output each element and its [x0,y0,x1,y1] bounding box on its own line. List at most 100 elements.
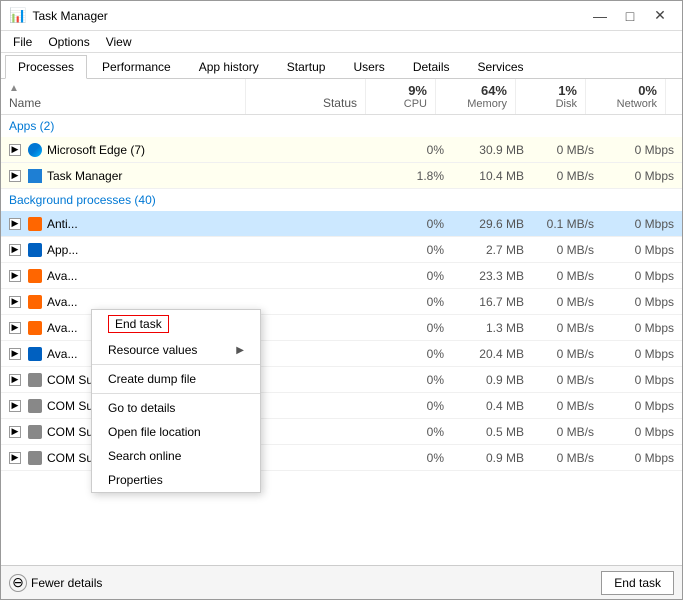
status-cell [262,326,382,330]
ava4-icon [27,346,43,362]
memory-cell: 23.3 MB [452,267,532,285]
col-name[interactable]: ▲ Name [1,79,246,114]
disk-cell: 0 MB/s [532,267,602,285]
col-cpu[interactable]: 9% CPU [366,79,436,114]
table-header: ▲ Name Status 9% CPU 64% Memory 1 [1,79,682,115]
ctx-create-dump[interactable]: Create dump file [92,367,260,391]
menu-view[interactable]: View [98,33,140,51]
col-status[interactable]: Status [246,79,366,114]
table-row[interactable]: ▶ Anti... 0% 29.6 MB 0.1 MB/s 0 Mbps [1,211,682,237]
table-row[interactable]: ▶ App... 0% 2.7 MB 0 MB/s 0 Mbps [1,237,682,263]
expand-icon[interactable]: ▶ [9,400,21,412]
minimize-button[interactable]: — [586,6,614,26]
maximize-button[interactable]: □ [616,6,644,26]
tab-services[interactable]: Services [465,54,537,78]
disk-pct: 1% [558,83,577,98]
app-icon [27,242,43,258]
cpu-cell: 0% [382,449,452,467]
ava2-icon [27,294,43,310]
expand-icon[interactable]: ▶ [9,170,21,182]
expand-icon[interactable]: ▶ [9,374,21,386]
table-row[interactable]: ▶ Microsoft Edge (7) 0% 30.9 MB 0 MB/s 0… [1,137,682,163]
close-button[interactable]: ✕ [646,6,674,26]
network-cell: 0 Mbps [602,319,682,337]
disk-cell: 0 MB/s [532,319,602,337]
tab-startup[interactable]: Startup [274,54,339,78]
disk-cell: 0.1 MB/s [532,215,602,233]
tab-processes[interactable]: Processes [5,55,87,79]
col-disk[interactable]: 1% Disk [516,79,586,114]
process-name: Ava... [47,321,77,335]
expand-icon[interactable]: ▶ [9,322,21,334]
process-name: Anti... [47,217,78,231]
status-cell [262,222,382,226]
expand-icon[interactable]: ▶ [9,218,21,230]
fewer-details-button[interactable]: ⊖ Fewer details [9,574,102,592]
network-cell: 0 Mbps [602,141,682,159]
process-name: Ava... [47,295,77,309]
ctx-separator-2 [92,393,260,394]
cpu-cell: 0% [382,371,452,389]
cpu-cell: 0% [382,345,452,363]
col-memory[interactable]: 64% Memory [436,79,516,114]
status-cell [262,378,382,382]
cpu-cell: 0% [382,141,452,159]
network-cell: 0 Mbps [602,397,682,415]
expand-icon[interactable]: ▶ [9,426,21,438]
process-name-cell: ▶ App... [1,240,262,260]
col-network[interactable]: 0% Network [586,79,666,114]
title-bar: 📊 Task Manager — □ ✕ [1,1,682,31]
network-cell: 0 Mbps [602,167,682,185]
ctx-open-file-location[interactable]: Open file location [92,420,260,444]
memory-cell: 0.5 MB [452,423,532,441]
expand-icon[interactable]: ▶ [9,270,21,282]
com1-icon [27,372,43,388]
ctx-properties[interactable]: Properties [92,468,260,492]
status-cell [262,248,382,252]
tab-app-history[interactable]: App history [186,54,272,78]
expand-icon[interactable]: ▶ [9,452,21,464]
table-row[interactable]: ▶ Task Manager 1.8% 10.4 MB 0 MB/s 0 Mbp… [1,163,682,189]
taskmgr-icon [27,168,43,184]
table-row[interactable]: ▶ Ava... 0% 23.3 MB 0 MB/s 0 Mbps [1,263,682,289]
status-cell [262,300,382,304]
com3-icon [27,424,43,440]
ctx-go-to-details[interactable]: Go to details [92,396,260,420]
memory-cell: 2.7 MB [452,241,532,259]
disk-cell: 0 MB/s [532,449,602,467]
ctx-search-online[interactable]: Search online [92,444,260,468]
cpu-cell: 1.8% [382,167,452,185]
fewer-details-label: Fewer details [31,576,102,590]
disk-cell: 0 MB/s [532,397,602,415]
net-pct: 0% [638,83,657,98]
com2-icon [27,398,43,414]
memory-cell: 1.3 MB [452,319,532,337]
window-title: Task Manager [32,9,107,23]
disk-cell: 0 MB/s [532,241,602,259]
expand-icon[interactable]: ▶ [9,348,21,360]
apps-section-header: Apps (2) [1,115,682,137]
tab-users[interactable]: Users [340,54,397,78]
cpu-cell: 0% [382,397,452,415]
expand-icon[interactable]: ▶ [9,296,21,308]
expand-icon[interactable]: ▶ [9,144,21,156]
tab-performance[interactable]: Performance [89,54,184,78]
ctx-search-online-label: Search online [108,449,181,463]
menu-file[interactable]: File [5,33,40,51]
memory-cell: 0.9 MB [452,449,532,467]
menu-options[interactable]: Options [40,33,97,51]
status-cell [262,174,382,178]
ctx-resource-values[interactable]: Resource values ▶ [92,338,260,362]
process-name: Task Manager [47,169,122,183]
tab-details[interactable]: Details [400,54,463,78]
network-cell: 0 Mbps [602,215,682,233]
memory-cell: 30.9 MB [452,141,532,159]
expand-icon[interactable]: ▶ [9,244,21,256]
network-cell: 0 Mbps [602,293,682,311]
antivirus-icon [27,216,43,232]
end-task-button[interactable]: End task [601,571,674,595]
ctx-end-task[interactable]: End task [92,310,260,338]
process-name: Microsoft Edge (7) [47,143,145,157]
cpu-cell: 0% [382,293,452,311]
col-status-label: Status [323,96,357,110]
